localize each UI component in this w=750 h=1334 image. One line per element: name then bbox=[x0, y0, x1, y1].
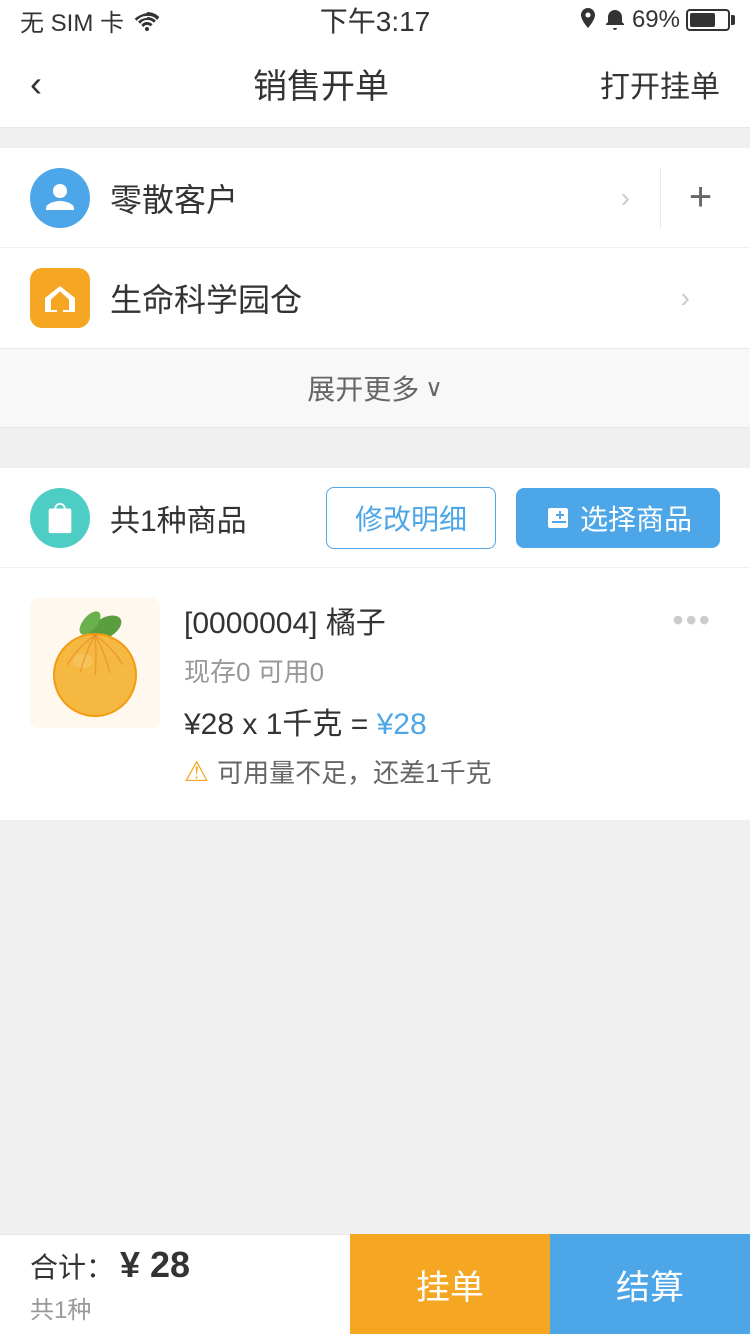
store-icon bbox=[42, 280, 78, 316]
expand-more-button[interactable]: 展开更多 ∨ bbox=[0, 348, 750, 428]
customer-avatar bbox=[30, 168, 90, 228]
carrier-text: 无 SIM 卡 bbox=[20, 3, 124, 38]
shopping-bag-icon bbox=[43, 501, 77, 535]
product-more-button[interactable]: ••• bbox=[664, 598, 720, 643]
nav-title: 销售开单 bbox=[253, 59, 389, 108]
section-divider-1 bbox=[0, 128, 750, 148]
product-warning: ⚠ 可用量不足，还差1千克 bbox=[184, 753, 492, 790]
status-bar: 无 SIM 卡 下午3:17 69% bbox=[0, 0, 750, 40]
hang-order-button[interactable]: 挂单 bbox=[350, 1234, 550, 1334]
warehouse-chevron-icon: › bbox=[681, 282, 690, 314]
modify-detail-button[interactable]: 修改明细 bbox=[326, 487, 496, 549]
product-warning-text: 可用量不足，还差1千克 bbox=[217, 753, 491, 790]
footer: 合计： ¥ 28 共1种 挂单 结算 bbox=[0, 1234, 750, 1334]
product-total-price: ¥28 bbox=[377, 708, 427, 741]
warehouse-icon bbox=[30, 268, 90, 328]
product-name-text: 橘子 bbox=[326, 607, 386, 640]
section-divider-2 bbox=[0, 428, 750, 448]
person-icon bbox=[42, 180, 78, 216]
warehouse-name: 生命科学园仓 bbox=[110, 275, 681, 321]
back-button[interactable]: ‹ bbox=[30, 63, 42, 105]
select-product-button[interactable]: 选择商品 bbox=[516, 488, 720, 548]
open-pending-button[interactable]: 打开挂单 bbox=[600, 62, 720, 106]
total-sub: 共1种 bbox=[30, 1290, 320, 1325]
customer-row[interactable]: 零散客户 › + bbox=[0, 148, 750, 248]
total-amount: ¥ 28 bbox=[120, 1244, 190, 1286]
customer-chevron-icon: › bbox=[621, 182, 630, 214]
product-name: [0000004] 橘子 bbox=[184, 598, 492, 642]
checkout-button[interactable]: 结算 bbox=[550, 1234, 750, 1334]
alarm-icon bbox=[604, 8, 626, 32]
nav-bar: ‹ 销售开单 打开挂单 bbox=[0, 40, 750, 128]
product-info: [0000004] 橘子 现存0 可用0 ¥28 x 1千克 = ¥28 ⚠ 可… bbox=[184, 598, 720, 790]
customer-name: 零散客户 bbox=[110, 175, 621, 221]
status-right: 69% bbox=[578, 6, 730, 34]
product-stock: 现存0 可用0 bbox=[184, 652, 492, 689]
product-item: [0000004] 橘子 现存0 可用0 ¥28 x 1千克 = ¥28 ⚠ 可… bbox=[0, 568, 750, 821]
product-header: 共1种商品 修改明细 选择商品 bbox=[0, 468, 750, 568]
product-count-icon bbox=[30, 488, 90, 548]
expand-more-arrow: ∨ bbox=[425, 374, 443, 403]
orange-image bbox=[35, 603, 155, 723]
status-left: 无 SIM 卡 bbox=[20, 3, 162, 38]
wifi-icon bbox=[132, 9, 162, 31]
product-price-formula: ¥28 x 1千克 = bbox=[184, 708, 377, 741]
expand-more-text: 展开更多 bbox=[307, 368, 419, 408]
warehouse-row[interactable]: 生命科学园仓 › bbox=[0, 248, 750, 348]
total-label: 合计： bbox=[30, 1246, 114, 1286]
product-price: ¥28 x 1千克 = ¥28 bbox=[184, 699, 492, 743]
location-icon bbox=[578, 8, 598, 32]
product-count-text: 共1种商品 bbox=[110, 496, 326, 540]
content-spacer bbox=[0, 821, 750, 1221]
footer-total: 合计： ¥ 28 共1种 bbox=[0, 1234, 350, 1334]
select-product-icon bbox=[544, 504, 572, 532]
add-customer-button[interactable]: + bbox=[660, 168, 720, 228]
product-image bbox=[30, 598, 160, 728]
battery-icon bbox=[686, 9, 730, 31]
warning-icon: ⚠ bbox=[184, 755, 209, 788]
battery-percent: 69% bbox=[632, 6, 680, 34]
status-time: 下午3:17 bbox=[320, 0, 431, 40]
